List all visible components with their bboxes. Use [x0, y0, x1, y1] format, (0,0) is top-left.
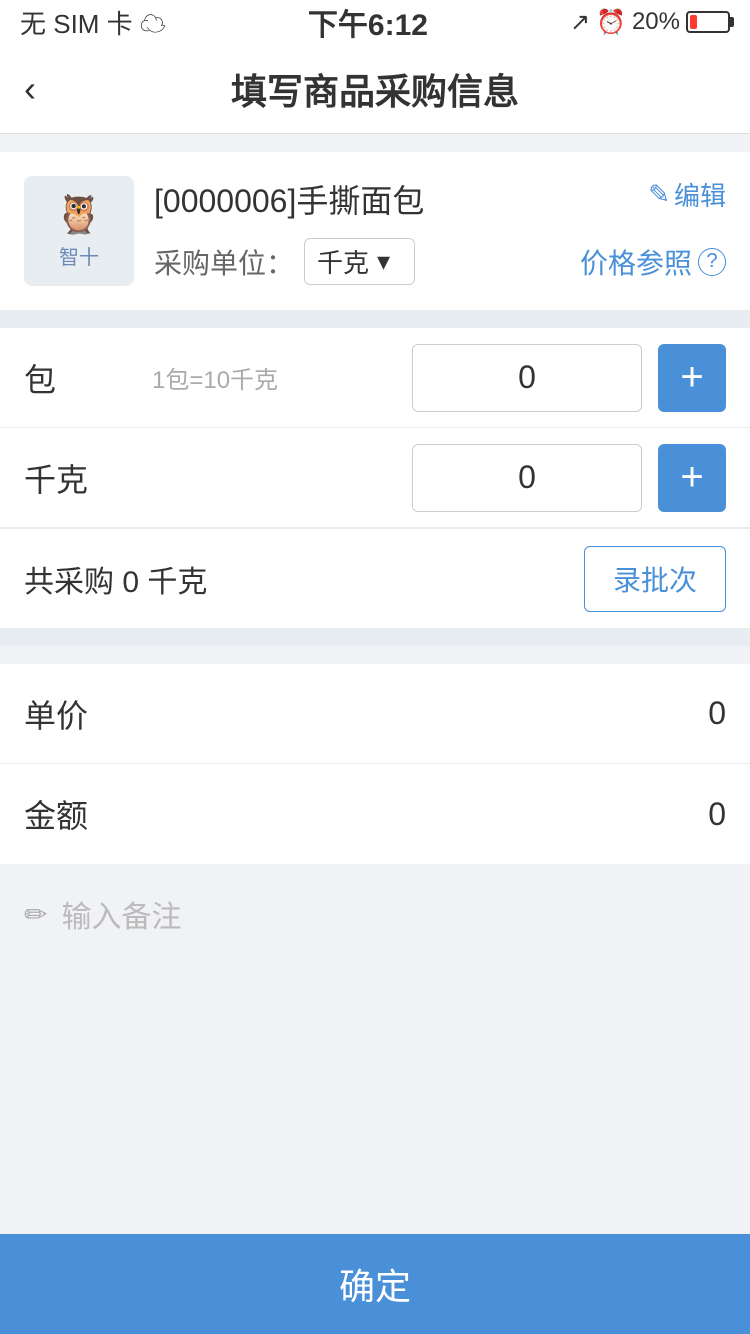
- price-reference-button[interactable]: 价格参照 ?: [580, 242, 726, 282]
- kg-row: 千克 +: [0, 428, 750, 528]
- product-meta: 采购单位： 千克 ▾ 价格参照 ?: [154, 238, 726, 285]
- bao-plus-button[interactable]: +: [658, 344, 726, 412]
- unit-select-dropdown[interactable]: 千克 ▾: [304, 238, 415, 285]
- help-icon: ?: [698, 248, 726, 276]
- unit-label: 采购单位：: [154, 242, 294, 282]
- bao-label: 包: [24, 355, 144, 401]
- battery-text: 20%: [632, 8, 680, 36]
- separator-2: [0, 628, 750, 646]
- summary-text: 共采购 0 千克: [24, 557, 207, 601]
- product-card: 🦉 智十 [0000006]手撕面包 ✎ 编辑 采购单位： 千克 ▾ 价格参照 …: [0, 152, 750, 310]
- page-title: 填写商品采购信息: [231, 63, 519, 115]
- note-placeholder-text: 输入备注: [61, 892, 181, 936]
- unit-price-row: 单价 0: [0, 664, 750, 764]
- bao-row: 包 1包=10千克 +: [0, 328, 750, 428]
- kg-input-wrap: +: [144, 444, 726, 512]
- brand-text: 智十: [59, 241, 99, 270]
- product-header: [0000006]手撕面包 ✎ 编辑: [154, 176, 726, 222]
- status-left: 无 SIM 卡 ☁: [20, 4, 166, 41]
- battery-icon: [686, 11, 730, 33]
- separator-1: [0, 310, 750, 328]
- unit-value: 千克: [317, 243, 369, 280]
- kg-label: 千克: [24, 455, 144, 501]
- bao-input-wrap: +: [278, 344, 726, 412]
- edit-label: 编辑: [674, 176, 726, 213]
- kg-quantity-input[interactable]: [412, 444, 642, 512]
- sim-label: 无 SIM 卡 ☁: [20, 4, 166, 41]
- status-bar: 无 SIM 卡 ☁ 下午6:12 ↗ ⏰ 20%: [0, 0, 750, 44]
- edit-button[interactable]: ✎ 编辑: [648, 176, 726, 213]
- location-icon: ↗: [570, 8, 590, 37]
- unit-section: 采购单位： 千克 ▾: [154, 238, 415, 285]
- summary-row: 共采购 0 千克 录批次: [0, 528, 750, 628]
- unit-price-label: 单价: [24, 691, 88, 737]
- note-section[interactable]: ✏ 输入备注: [0, 866, 750, 962]
- price-info-section: 单价 0 金额 0: [0, 664, 750, 864]
- amount-row: 金额 0: [0, 764, 750, 864]
- back-button[interactable]: ‹: [24, 68, 36, 110]
- status-time: 下午6:12: [308, 0, 428, 44]
- batch-button[interactable]: 录批次: [584, 546, 726, 612]
- product-info: [0000006]手撕面包 ✎ 编辑 采购单位： 千克 ▾ 价格参照 ?: [154, 176, 726, 285]
- price-ref-label: 价格参照: [580, 242, 692, 282]
- bao-quantity-input[interactable]: [412, 344, 642, 412]
- amount-value: 0: [708, 796, 726, 833]
- confirm-label: 确定: [339, 1258, 411, 1310]
- unit-price-value: 0: [708, 695, 726, 732]
- kg-plus-button[interactable]: +: [658, 444, 726, 512]
- product-name: [0000006]手撕面包: [154, 176, 424, 222]
- status-right: ↗ ⏰ 20%: [570, 8, 730, 37]
- dropdown-arrow-icon: ▾: [377, 246, 390, 277]
- form-section: 包 1包=10千克 + 千克 + 共采购 0 千克 录批次: [0, 328, 750, 628]
- edit-icon: ✎: [648, 179, 670, 210]
- alarm-icon: ⏰: [596, 8, 626, 37]
- note-icon: ✏: [24, 898, 47, 931]
- confirm-button[interactable]: 确定: [0, 1234, 750, 1334]
- amount-label: 金额: [24, 791, 88, 837]
- brand-icon: 🦉: [55, 193, 102, 237]
- nav-bar: ‹ 填写商品采购信息: [0, 44, 750, 134]
- product-thumbnail: 🦉 智十: [24, 176, 134, 286]
- bao-sublabel: 1包=10千克: [152, 360, 278, 395]
